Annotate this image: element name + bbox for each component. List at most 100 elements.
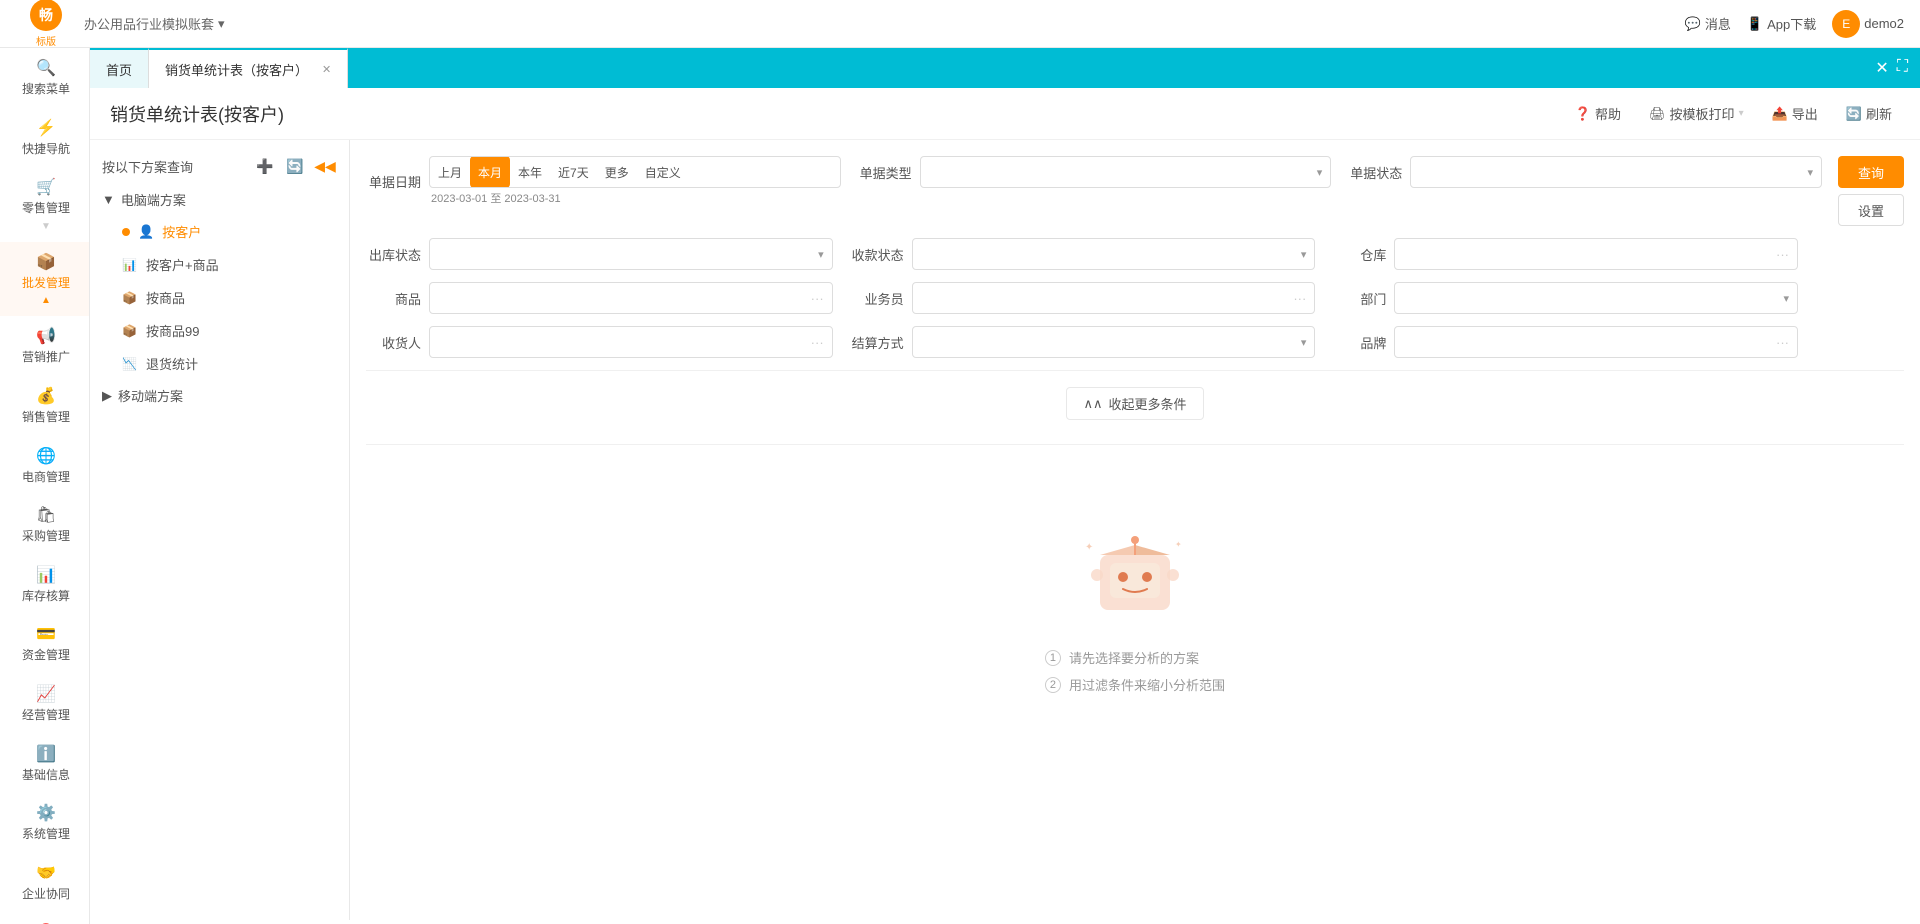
sidebar-item-system[interactable]: ⚙️ 系统管理 (0, 793, 89, 853)
empty-hint-2: 2 用过滤条件来缩小分析范围 (1045, 675, 1225, 694)
date-tab-last-7[interactable]: 近7天 (550, 156, 597, 188)
page-header: 销货单统计表(按客户) ❓ 帮助 🖨 按模板打印 ▾ 📤 (90, 88, 1920, 140)
sidebar-item-label: 企业协同 (22, 887, 70, 903)
sidebar-item-search[interactable]: 🔍 搜索菜单 (0, 48, 89, 108)
right-panel: 单据日期 上月 本月 本年 近7天 更多 自定义 (350, 140, 1920, 920)
top-bar-right: 💬 消息 📱 App下载 E demo2 (1685, 10, 1904, 38)
scheme-item-by-goods[interactable]: 📦 按商品 (90, 281, 349, 314)
minimize-window-icon[interactable]: ✕ (1875, 58, 1888, 78)
warehouse-dots: ··· (1776, 247, 1789, 262)
date-tab-last-month[interactable]: 上月 (430, 156, 470, 188)
sidebar-item-sales[interactable]: 💰 销售管理 (0, 376, 89, 436)
ecommerce-icon: 🌐 (36, 446, 56, 466)
refresh-btn[interactable]: 🔄 刷新 (1838, 100, 1900, 127)
operations-icon: 📈 (36, 684, 56, 704)
scheme-item-by-customer[interactable]: 👤 按客户 (90, 215, 349, 248)
search-icon: 🔍 (36, 58, 56, 78)
scheme-group-mobile-header[interactable]: ▶ 移动端方案 (90, 380, 349, 411)
sidebar-item-label: 零售管理 (22, 201, 70, 217)
date-tab-custom[interactable]: 自定义 (637, 156, 689, 188)
settlement-select[interactable]: ▾ (912, 326, 1316, 358)
sidebar-item-label: 基础信息 (22, 768, 70, 784)
sidebar: 🔍 搜索菜单 ⚡ 快捷导航 🛒 零售管理 ▼ 📦 批发管理 ▲ 📢 营销推广 (0, 48, 90, 924)
hint-2-num: 2 (1045, 677, 1061, 693)
scheme-item-by-goods-label: 按商品 (146, 288, 185, 307)
collapse-btn[interactable]: ∧∧ 收起更多条件 (1066, 387, 1203, 420)
date-tab-this-year[interactable]: 本年 (510, 156, 550, 188)
filter-item-settlement: 结算方式 ▾ (849, 326, 1316, 358)
message-icon: 💬 (1685, 16, 1701, 32)
sidebar-item-ecommerce[interactable]: 🌐 电商管理 (0, 436, 89, 496)
add-scheme-btn[interactable]: ➕ (253, 154, 277, 178)
app-download-btn[interactable]: 📱 App下载 (1747, 14, 1816, 33)
scheme-item-by-goods-99[interactable]: 📦 按商品99 (90, 314, 349, 347)
payment-status-arrow-icon: ▾ (1301, 248, 1307, 261)
content-area: 首页 销货单统计表（按客户） ✕ ✕ ⛶ 销货单统计表(按客户) (90, 48, 1920, 924)
system-icon: ⚙️ (36, 803, 56, 823)
out-status-select[interactable]: ▾ (429, 238, 833, 270)
date-tab-this-month[interactable]: 本月 (470, 156, 510, 188)
receiver-input[interactable]: ··· (429, 326, 833, 358)
sidebar-item-newbie[interactable]: 🎯 新手引导 (0, 912, 89, 924)
sidebar-item-wholesale[interactable]: 📦 批发管理 ▲ (0, 242, 89, 317)
filter-item-goods: 商品 ··· (366, 282, 833, 314)
refresh-scheme-btn[interactable]: 🔄 (283, 154, 307, 178)
left-panel-header: 按以下方案查询 ➕ 🔄 ◀◀ (90, 148, 349, 184)
goods-input[interactable]: ··· (429, 282, 833, 314)
sidebar-item-marketing[interactable]: 📢 营销推广 (0, 316, 89, 376)
sidebar-item-purchase[interactable]: 🛍 采购管理 (0, 495, 89, 555)
brand-input[interactable]: ··· (1394, 326, 1798, 358)
doc-status-select[interactable]: ▾ (1410, 156, 1822, 188)
hint-1-num: 1 (1045, 650, 1061, 666)
filter-row-3: 商品 ··· 业务员 ··· (366, 282, 1904, 314)
filter-item-payment-status: 收款状态 ▾ (849, 238, 1316, 270)
maximize-window-icon[interactable]: ⛶ (1897, 58, 1908, 78)
scheme-item-icon: 📉 (122, 357, 138, 371)
refresh-icon: 🔄 (1846, 106, 1862, 122)
tab-sales-stat[interactable]: 销货单统计表（按客户） ✕ (149, 48, 348, 88)
doc-type-filter-label: 单据类型 (857, 163, 912, 182)
receiver-dots: ··· (811, 335, 824, 350)
left-panel-title: 按以下方案查询 (102, 157, 193, 176)
retail-icon: 🛒 (36, 177, 56, 197)
sidebar-item-inventory[interactable]: 📊 库存核算 (0, 555, 89, 615)
settlement-label: 结算方式 (849, 333, 904, 352)
template-print-btn[interactable]: 🖨 按模板打印 ▾ (1641, 100, 1752, 127)
doc-type-select[interactable]: ▾ (920, 156, 1332, 188)
arrow-icon: ▼ (41, 221, 51, 232)
tab-home-label: 首页 (106, 60, 132, 79)
system-title-dropdown[interactable]: 办公用品行业模拟账套 ▾ (84, 14, 225, 33)
date-filter-label: 单据日期 (366, 172, 421, 191)
tab-home[interactable]: 首页 (90, 48, 149, 88)
main-layout: 🔍 搜索菜单 ⚡ 快捷导航 🛒 零售管理 ▼ 📦 批发管理 ▲ 📢 营销推广 (0, 48, 1920, 924)
export-btn[interactable]: 📤 导出 (1764, 100, 1826, 127)
sidebar-item-finance[interactable]: 💳 资金管理 (0, 614, 89, 674)
refresh-label: 刷新 (1866, 104, 1892, 123)
sidebar-item-label: 快捷导航 (22, 142, 70, 158)
sidebar-item-operations[interactable]: 📈 经营管理 (0, 674, 89, 734)
page-title: 销货单统计表(按客户) (110, 101, 284, 127)
tab-close-icon[interactable]: ✕ (322, 63, 331, 76)
query-button[interactable]: 查询 (1838, 156, 1904, 188)
settings-button[interactable]: 设置 (1838, 194, 1904, 226)
sidebar-item-retail[interactable]: 🛒 零售管理 ▼ (0, 167, 89, 242)
sidebar-item-basic[interactable]: ℹ️ 基础信息 (0, 734, 89, 794)
scheme-item-by-customer-label: 按客户 (162, 222, 201, 241)
left-panel-actions: ➕ 🔄 ◀◀ (253, 154, 337, 178)
scheme-item-by-customer-goods[interactable]: 📊 按客户+商品 (90, 248, 349, 281)
payment-status-select[interactable]: ▾ (912, 238, 1316, 270)
sidebar-item-enterprise[interactable]: 🤝 企业协同 (0, 853, 89, 913)
date-tab-more[interactable]: 更多 (597, 156, 637, 188)
help-btn[interactable]: ❓ 帮助 (1567, 100, 1629, 127)
warehouse-input[interactable]: ··· (1394, 238, 1798, 270)
sidebar-item-quick-nav[interactable]: ⚡ 快捷导航 (0, 108, 89, 168)
warehouse-label: 仓库 (1331, 245, 1386, 264)
scheme-group-desktop-header[interactable]: ▼ 电脑端方案 (90, 184, 349, 215)
message-btn[interactable]: 💬 消息 (1685, 14, 1731, 33)
department-select[interactable]: ▾ (1394, 282, 1798, 314)
staff-input[interactable]: ··· (912, 282, 1316, 314)
collapse-panel-btn[interactable]: ◀◀ (313, 154, 337, 178)
left-panel: 按以下方案查询 ➕ 🔄 ◀◀ ▼ 电脑端方案 (90, 140, 350, 920)
user-menu[interactable]: E demo2 (1832, 10, 1904, 38)
scheme-item-return-stats[interactable]: 📉 退货统计 (90, 347, 349, 380)
